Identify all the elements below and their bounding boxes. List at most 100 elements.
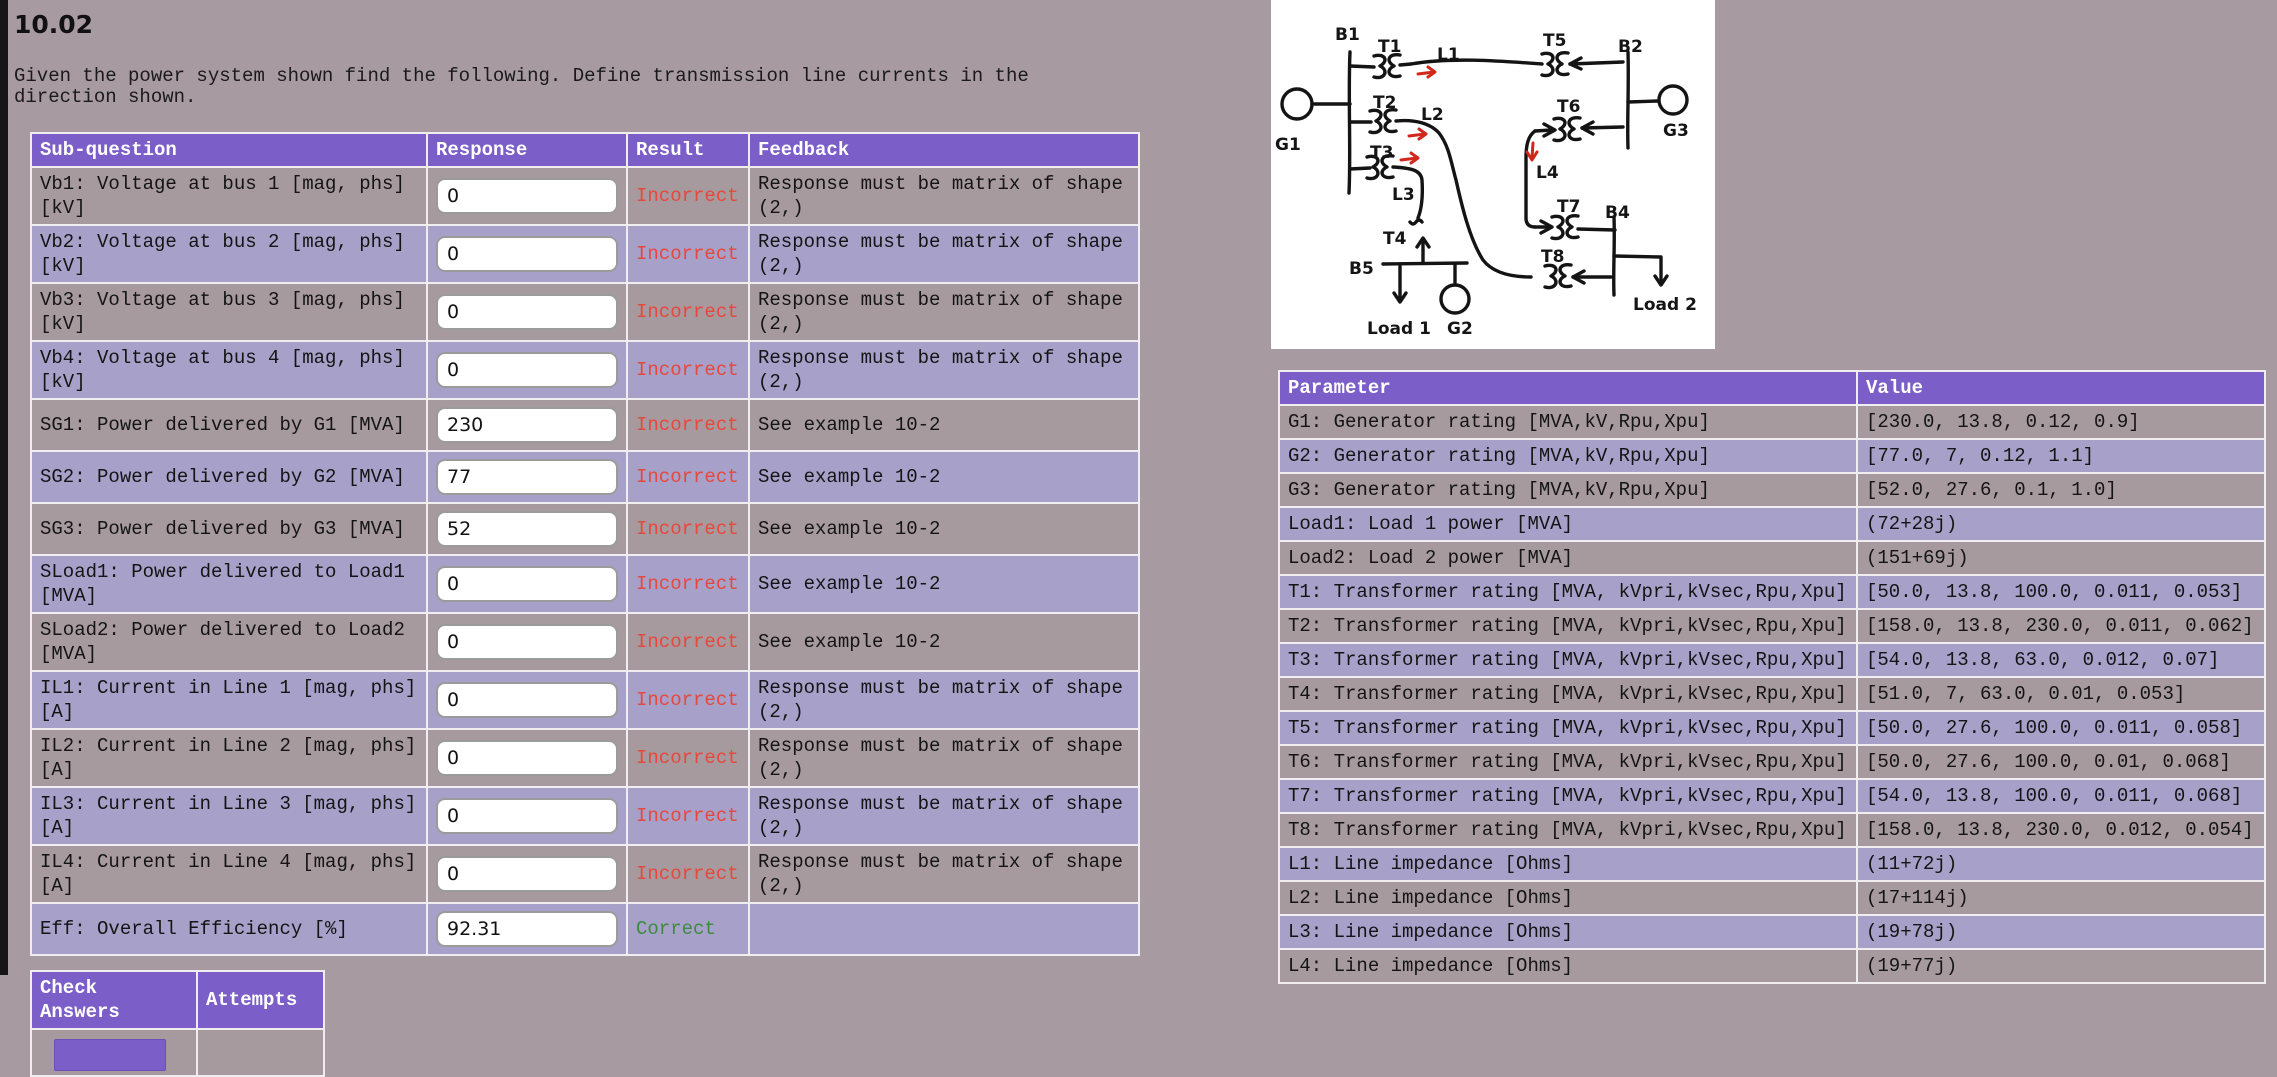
parameter-row: T4: Transformer rating [MVA, kVpri,kVsec… [1279,677,2265,711]
response-input-vb2[interactable] [436,236,618,272]
svg-text:B2: B2 [1618,37,1643,57]
response-cell [427,613,627,671]
parameter-row: T1: Transformer rating [MVA, kVpri,kVsec… [1279,575,2265,609]
feedback-text: Response must be matrix of shape (2,) [749,341,1139,399]
sub-question-label: Vb4: Voltage at bus 4 [mag, phs] [kV] [31,341,427,399]
response-cell [427,503,627,555]
problem-description: Given the power system shown find the fo… [14,66,1044,108]
response-input-sg2[interactable] [436,459,618,495]
column-header-parameter: Parameter [1279,371,1857,405]
response-input-vb3[interactable] [436,294,618,330]
diagram-labels: B1T1L1T5B2G1T2L2T6G3T3L4L3T7B4T4T8B5Load… [1275,25,1697,339]
parameter-value: (11+72j) [1857,847,2265,881]
generator-g1-icon [1282,89,1312,119]
result-badge: Incorrect [627,613,749,671]
response-input-il4[interactable] [436,856,618,892]
feedback-text: See example 10-2 [749,613,1139,671]
parameters-table: Parameter Value G1: Generator rating [MV… [1278,370,2266,984]
column-header-response: Response [427,133,627,167]
parameter-value: [158.0, 13.8, 230.0, 0.011, 0.062] [1857,609,2265,643]
result-badge: Incorrect [627,845,749,903]
feedback-text: See example 10-2 [749,451,1139,503]
parameter-value: (72+28j) [1857,507,2265,541]
parameter-name: L2: Line impedance [Ohms] [1279,881,1857,915]
response-input-vb1[interactable] [436,178,618,214]
parameter-value: [52.0, 27.6, 0.1, 1.0] [1857,473,2265,507]
feedback-text: Response must be matrix of shape (2,) [749,845,1139,903]
parameter-name: T1: Transformer rating [MVA, kVpri,kVsec… [1279,575,1857,609]
response-input-sload2[interactable] [436,624,618,660]
feedback-text: Response must be matrix of shape (2,) [749,787,1139,845]
svg-text:L1: L1 [1437,45,1460,65]
attempts-cell [197,1029,324,1076]
svg-text:B5: B5 [1349,259,1374,279]
parameter-name: T5: Transformer rating [MVA, kVpri,kVsec… [1279,711,1857,745]
svg-text:T3: T3 [1370,143,1393,163]
transformer-t1-icon [1374,55,1400,78]
response-input-vb4[interactable] [436,352,618,388]
response-cell [427,671,627,729]
response-input-il3[interactable] [436,798,618,834]
table-row: IL2: Current in Line 2 [mag, phs] [A] In… [31,729,1139,787]
table-row: SLoad1: Power delivered to Load1 [MVA] I… [31,555,1139,613]
sub-question-label: Vb2: Voltage at bus 2 [mag, phs] [kV] [31,225,427,283]
parameter-value: [158.0, 13.8, 230.0, 0.012, 0.054] [1857,813,2265,847]
table-row: Vb2: Voltage at bus 2 [mag, phs] [kV] In… [31,225,1139,283]
response-cell [427,729,627,787]
response-input-sg1[interactable] [436,407,618,443]
check-answers-button[interactable] [54,1039,166,1071]
svg-text:Load 1: Load 1 [1367,319,1431,339]
parameter-row: L3: Line impedance [Ohms](19+78j) [1279,915,2265,949]
response-input-il2[interactable] [436,740,618,776]
result-badge: Incorrect [627,671,749,729]
parameter-value: (19+77j) [1857,949,2265,983]
check-answers-cell [31,1029,197,1076]
response-cell [427,451,627,503]
response-input-sg3[interactable] [436,511,618,547]
result-badge: Incorrect [627,451,749,503]
parameter-name: Load2: Load 2 power [MVA] [1279,541,1857,575]
feedback-text: Response must be matrix of shape (2,) [749,671,1139,729]
parameter-value: [50.0, 27.6, 100.0, 0.011, 0.058] [1857,711,2265,745]
parameter-name: T7: Transformer rating [MVA, kVpri,kVsec… [1279,779,1857,813]
response-input-eff[interactable] [436,911,618,947]
parameter-name: L4: Line impedance [Ohms] [1279,949,1857,983]
table-row: Eff: Overall Efficiency [%] Correct [31,903,1139,955]
line-l2 [1396,121,1531,277]
svg-text:T4: T4 [1383,229,1407,249]
parameter-value: (17+114j) [1857,881,2265,915]
response-input-il1[interactable] [436,682,618,718]
sub-question-label: IL3: Current in Line 3 [mag, phs] [A] [31,787,427,845]
feedback-text: Response must be matrix of shape (2,) [749,729,1139,787]
parameter-value: [230.0, 13.8, 0.12, 0.9] [1857,405,2265,439]
column-header-sub-question: Sub-question [31,133,427,167]
page-title: 10.02 [14,10,1144,39]
parameter-value: [77.0, 7, 0.12, 1.1] [1857,439,2265,473]
svg-text:L3: L3 [1392,185,1415,205]
svg-text:L2: L2 [1421,105,1444,125]
feedback-text: See example 10-2 [749,555,1139,613]
parameter-name: T6: Transformer rating [MVA, kVpri,kVsec… [1279,745,1857,779]
parameter-name: T8: Transformer rating [MVA, kVpri,kVsec… [1279,813,1857,847]
parameter-name: T4: Transformer rating [MVA, kVpri,kVsec… [1279,677,1857,711]
response-input-sload1[interactable] [436,566,618,602]
parameter-row: G2: Generator rating [MVA,kV,Rpu,Xpu][77… [1279,439,2265,473]
questions-header-row: Sub-question Response Result Feedback [31,133,1139,167]
line-l1 [1411,60,1542,64]
response-cell [427,787,627,845]
table-row: Vb1: Voltage at bus 1 [mag, phs] [kV] In… [31,167,1139,225]
feedback-text: See example 10-2 [749,503,1139,555]
attempts-header: Attempts [197,971,324,1029]
parameter-row: L1: Line impedance [Ohms](11+72j) [1279,847,2265,881]
parameter-value: [54.0, 13.8, 63.0, 0.012, 0.07] [1857,643,2265,677]
response-cell [427,903,627,955]
one-line-diagram-sketch: B1T1L1T5B2G1T2L2T6G3T3L4L3T7B4T4T8B5Load… [1271,0,1715,349]
parameter-row: T7: Transformer rating [MVA, kVpri,kVsec… [1279,779,2265,813]
transformer-t2-icon [1370,110,1396,133]
parameter-name: G2: Generator rating [MVA,kV,Rpu,Xpu] [1279,439,1857,473]
generator-g3-icon [1659,86,1687,114]
actions-table: Check Answers Attempts [30,970,325,1077]
questions-table: Sub-question Response Result Feedback Vb… [30,132,1140,956]
parameter-name: Load1: Load 1 power [MVA] [1279,507,1857,541]
transformer-t6-icon [1554,118,1580,141]
